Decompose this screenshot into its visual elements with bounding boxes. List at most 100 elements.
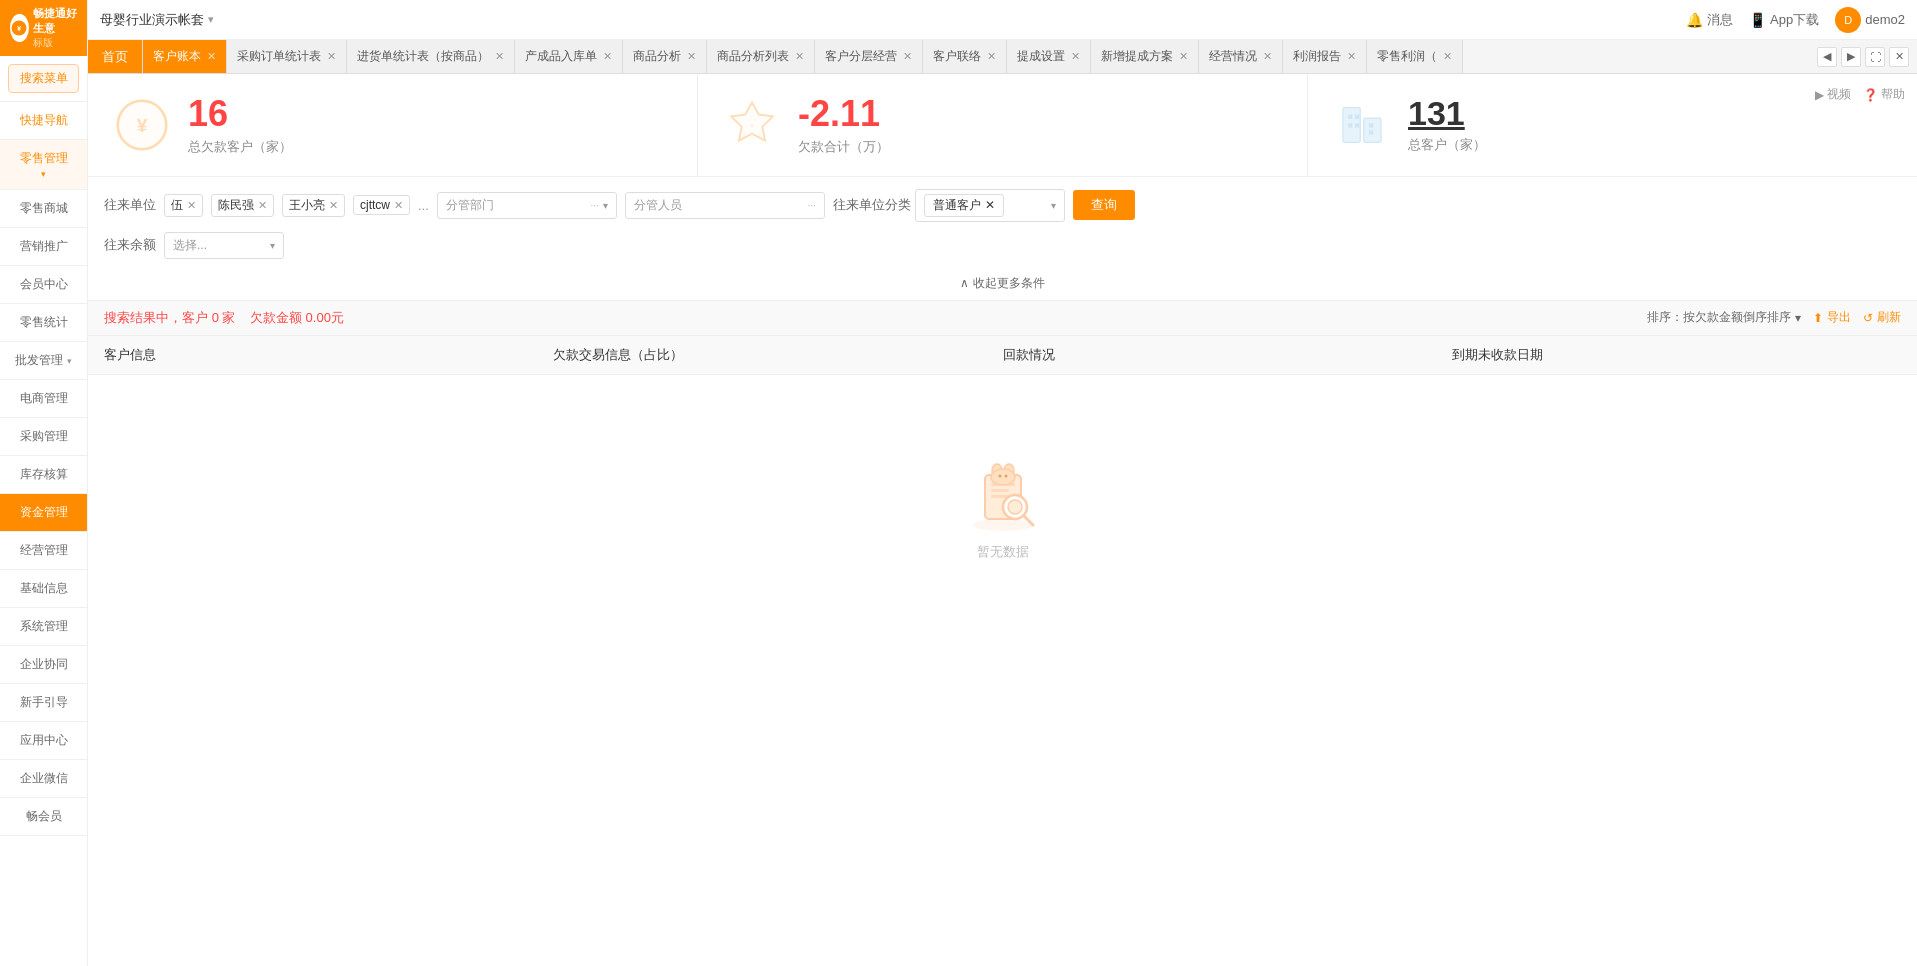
sidebar-item-inventory[interactable]: 库存核算 [0, 456, 87, 494]
tabbar-controls: ◀ ▶ ⛶ ✕ [1809, 47, 1917, 67]
svg-rect-13 [1369, 130, 1373, 134]
tab-promotion-settings[interactable]: 提成设置 ✕ [1007, 40, 1091, 74]
sidebar-item-finance[interactable]: 资金管理 [0, 494, 87, 532]
tab-product-entry[interactable]: 产成品入库单 ✕ [515, 40, 623, 74]
tab-home[interactable]: 首页 [88, 40, 143, 74]
empty-illustration [963, 455, 1043, 535]
sidebar-item-ecommerce[interactable]: 电商管理 [0, 380, 87, 418]
close-icon[interactable]: ✕ [1443, 50, 1452, 63]
filter-tag-2[interactable]: 陈民强 ✕ [211, 194, 274, 217]
unit-category-dropdown[interactable]: 普通客户 ✕ ▾ [915, 189, 1065, 222]
sidebar-item-batch-management[interactable]: 批发管理 ▾ [0, 342, 87, 380]
sidebar-item-retail-mall[interactable]: 零售商城 [0, 190, 87, 228]
video-help-button[interactable]: ▶ 视频 [1815, 86, 1851, 103]
sidebar-item-label: 零售统计 [20, 314, 68, 331]
filter-tag-4[interactable]: cjttcw ✕ [353, 195, 410, 215]
balance-dropdown[interactable]: 选择... ▾ [164, 232, 284, 259]
sidebar-item-enterprise-wechat[interactable]: 企业微信 [0, 760, 87, 798]
filter-tag-1[interactable]: 伍 ✕ [164, 194, 203, 217]
close-icon[interactable]: ✕ [495, 50, 504, 63]
close-icon[interactable]: ✕ [394, 199, 403, 212]
user-profile[interactable]: D demo2 [1835, 7, 1905, 33]
help-button[interactable]: ❓ 帮助 [1863, 86, 1905, 103]
sort-dropdown[interactable]: 排序：按欠款金额倒序排序 ▾ [1647, 309, 1801, 326]
tab-purchase-stats[interactable]: 进货单统计表（按商品） ✕ [347, 40, 515, 74]
tab-customer-tier[interactable]: 客户分层经营 ✕ [815, 40, 923, 74]
sidebar-item-label: 资金管理 [20, 504, 68, 521]
close-icon[interactable]: ✕ [327, 50, 336, 63]
close-icon[interactable]: ✕ [258, 199, 267, 212]
tab-label: 采购订单统计表 [237, 48, 321, 65]
sidebar-item-new-guide[interactable]: 新手引导 [0, 684, 87, 722]
unit-category-section: 往来单位分类 普通客户 ✕ ▾ [833, 189, 1065, 222]
svg-rect-12 [1369, 123, 1373, 127]
refresh-button[interactable]: ↺ 刷新 [1863, 309, 1901, 326]
app-download-button[interactable]: 📱 App下载 [1749, 11, 1819, 29]
tab-customer-balance[interactable]: 客户账本 ✕ [143, 40, 227, 74]
results-customer-count: 0 [212, 310, 219, 325]
collapse-button[interactable]: ∧ 收起更多条件 [104, 269, 1901, 300]
stats-row: ¥ 16 总欠款客户（家） - -2.11 欠款合计（ [88, 74, 1917, 177]
person-dropdown[interactable]: 分管人员 ··· [625, 192, 825, 219]
tab-maximize[interactable]: ⛶ [1865, 47, 1885, 67]
sidebar-item-purchase[interactable]: 采购管理 [0, 418, 87, 456]
export-button[interactable]: ⬆ 导出 [1813, 309, 1851, 326]
sidebar-item-marketing[interactable]: 营销推广 [0, 228, 87, 266]
topbar-left: 母婴行业演示帐套 ▾ [100, 11, 214, 29]
close-icon[interactable]: ✕ [603, 50, 612, 63]
tab-retail-profit[interactable]: 零售利润（ ✕ [1367, 40, 1463, 74]
tab-close-all[interactable]: ✕ [1889, 47, 1909, 67]
close-icon[interactable]: ✕ [987, 50, 996, 63]
tab-product-analysis-list[interactable]: 商品分析列表 ✕ [707, 40, 815, 74]
close-icon[interactable]: ✕ [1071, 50, 1080, 63]
sidebar-item-label: 零售商城 [20, 200, 68, 217]
more-tags-button[interactable]: ... [418, 198, 429, 213]
chevron-down-icon: ▾ [41, 169, 46, 179]
tab-profit-report[interactable]: 利润报告 ✕ [1283, 40, 1367, 74]
close-icon[interactable]: ✕ [985, 198, 995, 212]
messages-button[interactable]: 🔔 消息 [1686, 11, 1733, 29]
tab-scroll-right[interactable]: ▶ [1841, 47, 1861, 67]
close-icon[interactable]: ✕ [687, 50, 696, 63]
close-icon[interactable]: ✕ [187, 199, 196, 212]
tab-scroll-left[interactable]: ◀ [1817, 47, 1837, 67]
tab-purchase-order-stats[interactable]: 采购订单统计表 ✕ [227, 40, 347, 74]
filter-tag-3[interactable]: 王小亮 ✕ [282, 194, 345, 217]
close-icon[interactable]: ✕ [903, 50, 912, 63]
sidebar-item-operations[interactable]: 经营管理 [0, 532, 87, 570]
query-button[interactable]: 查询 [1073, 190, 1135, 220]
tab-add-promotion[interactable]: 新增提成方案 ✕ [1091, 40, 1199, 74]
filter-bar: 往来单位 伍 ✕ 陈民强 ✕ 王小亮 ✕ cjttcw ✕ ... [88, 177, 1917, 301]
close-icon[interactable]: ✕ [1347, 50, 1356, 63]
col-label: 客户信息 [104, 347, 156, 362]
debt-customers-value: 16 [188, 94, 292, 134]
help-icon: ❓ [1863, 88, 1878, 102]
unit-category-tag[interactable]: 普通客户 ✕ [924, 194, 1004, 217]
search-menu-button[interactable]: 搜索菜单 [8, 64, 79, 93]
sidebar-item-basic-info[interactable]: 基础信息 [0, 570, 87, 608]
svg-rect-9 [1355, 114, 1359, 118]
svg-rect-10 [1348, 123, 1352, 127]
account-selector[interactable]: 母婴行业演示帐套 ▾ [100, 11, 214, 29]
close-icon[interactable]: ✕ [1179, 50, 1188, 63]
tab-customer-contact[interactable]: 客户联络 ✕ [923, 40, 1007, 74]
sidebar-item-enterprise-coop[interactable]: 企业协同 [0, 646, 87, 684]
chevron-down-icon: ▾ [1795, 311, 1801, 325]
close-icon[interactable]: ✕ [329, 199, 338, 212]
sidebar-item-retail-management[interactable]: 零售管理 ▾ [0, 140, 87, 190]
close-icon[interactable]: ✕ [207, 50, 216, 63]
sidebar-item-label: 会员中心 [20, 276, 68, 293]
close-icon[interactable]: ✕ [795, 50, 804, 63]
sidebar-item-retail-stats[interactable]: 零售统计 [0, 304, 87, 342]
tab-business[interactable]: 经营情况 ✕ [1199, 40, 1283, 74]
sidebar-item-free-member[interactable]: 畅会员 [0, 798, 87, 836]
quick-nav-button[interactable]: 快捷导航 [8, 108, 79, 133]
sidebar-item-system[interactable]: 系统管理 [0, 608, 87, 646]
division-dropdown[interactable]: 分管部门 ··· ▾ [437, 192, 617, 219]
close-icon[interactable]: ✕ [1263, 50, 1272, 63]
tab-product-analysis[interactable]: 商品分析 ✕ [623, 40, 707, 74]
sidebar-item-app-center[interactable]: 应用中心 [0, 722, 87, 760]
stat-info-debt-customers: 16 总欠款客户（家） [188, 94, 292, 156]
svg-text:-: - [750, 119, 753, 130]
sidebar-item-member-center[interactable]: 会员中心 [0, 266, 87, 304]
